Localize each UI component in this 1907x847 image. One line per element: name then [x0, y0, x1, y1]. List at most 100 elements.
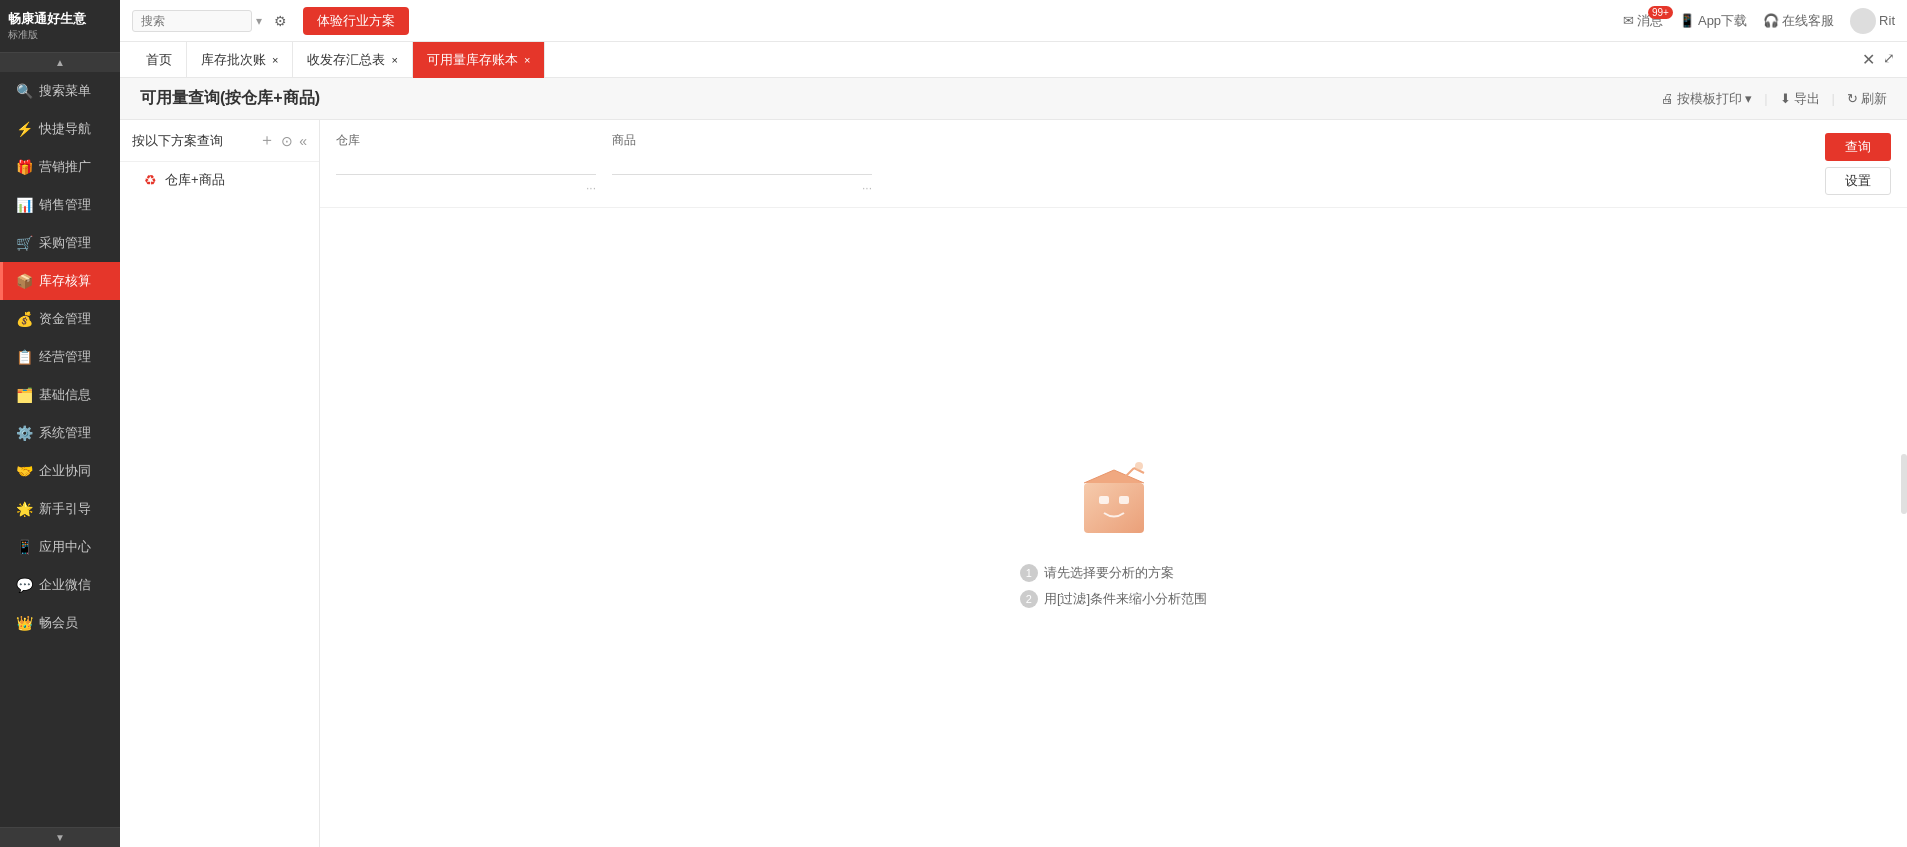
lightning-icon: ⚡: [15, 121, 33, 137]
sidebar-item-marketing[interactable]: 🎁 营销推广: [0, 148, 120, 186]
box-icon: 📦: [15, 273, 33, 289]
svg-rect-0: [1084, 483, 1144, 533]
gift-icon: 🎁: [15, 159, 33, 175]
tip-2: 2 用[过滤]条件来缩小分析范围: [1020, 590, 1207, 608]
tip-num-2: 2: [1020, 590, 1038, 608]
sidebar-item-member[interactable]: 👑 畅会员: [0, 604, 120, 642]
left-panel-icons: ＋ ⊙ «: [259, 130, 307, 151]
sidebar-item-search[interactable]: 🔍 搜索菜单: [0, 72, 120, 110]
tip-num-1: 1: [1020, 564, 1038, 582]
sidebar-item-wechat[interactable]: 💬 企业微信: [0, 566, 120, 604]
app-download-btn[interactable]: 📱 App下载: [1679, 12, 1747, 30]
handshake-icon: 🤝: [15, 463, 33, 479]
cart-icon: 🛒: [15, 235, 33, 251]
divider: |: [1764, 91, 1767, 106]
settings-button[interactable]: 设置: [1825, 167, 1891, 195]
print-btn[interactable]: 🖨 按模板打印 ▾: [1661, 90, 1752, 108]
tab-close-available-ledger[interactable]: ×: [524, 54, 530, 66]
sidebar-brand: 畅康通好生意 标准版: [0, 0, 120, 53]
goods-input[interactable]: [612, 153, 872, 175]
sidebar-item-apps[interactable]: 📱 应用中心: [0, 528, 120, 566]
sidebar-item-finance[interactable]: 💰 资金管理: [0, 300, 120, 338]
crown-icon: 👑: [15, 615, 33, 631]
industry-btn[interactable]: 体验行业方案: [303, 7, 409, 35]
tab-home[interactable]: 首页: [132, 42, 187, 78]
chat-icon: 💬: [15, 577, 33, 593]
sidebar-item-basic[interactable]: 🗂️ 基础信息: [0, 376, 120, 414]
divider: |: [1832, 91, 1835, 106]
topbar: ▾ ⚙ 体验行业方案 ✉ 消息 99+ 📱 App下载 🎧 在线客服 Rit: [120, 0, 1907, 42]
message-btn[interactable]: ✉ 消息 99+: [1623, 12, 1663, 30]
settings-icon[interactable]: ⊙: [281, 133, 293, 149]
warehouse-input[interactable]: [336, 153, 596, 175]
export-btn[interactable]: ⬇ 导出: [1780, 90, 1820, 108]
phone-icon: 📱: [1679, 13, 1695, 28]
svg-rect-1: [1099, 496, 1109, 504]
topbar-right: ✉ 消息 99+ 📱 App下载 🎧 在线客服 Rit: [1623, 8, 1895, 34]
message-badge: 99+: [1648, 6, 1673, 19]
svg-point-5: [1135, 462, 1143, 470]
service-btn[interactable]: 🎧 在线客服: [1763, 12, 1834, 30]
folder-icon: 🗂️: [15, 387, 33, 403]
clipboard-icon: 📋: [15, 349, 33, 365]
sidebar-item-sales[interactable]: 📊 销售管理: [0, 186, 120, 224]
gear-icon: ⚙️: [15, 425, 33, 441]
chevron-down-icon[interactable]: ▾: [256, 14, 262, 28]
tab-bar: 首页 库存批次账 × 收发存汇总表 × 可用量库存账本 × ✕ ⤢: [120, 42, 1907, 78]
search-icon: 🔍: [15, 83, 33, 99]
money-icon: 💰: [15, 311, 33, 327]
avatar-image: [1850, 8, 1876, 34]
sidebar-item-system[interactable]: ⚙️ 系统管理: [0, 414, 120, 452]
tab-close-collect-account[interactable]: ×: [391, 54, 397, 66]
sidebar-scroll-down[interactable]: ▼: [0, 827, 120, 847]
query-button[interactable]: 查询: [1825, 133, 1891, 161]
sidebar-item-quick-nav[interactable]: ⚡ 快捷导航: [0, 110, 120, 148]
left-panel: 按以下方案查询 ＋ ⊙ « ♻ 仓库+商品: [120, 120, 320, 847]
phone-icon: 📱: [15, 539, 33, 555]
scroll-indicator: [1901, 454, 1907, 514]
sidebar-item-guide[interactable]: 🌟 新手引导: [0, 490, 120, 528]
filter-bar: 仓库 ··· 商品 ··· 查询 设置: [320, 120, 1907, 208]
sidebar-item-enterprise[interactable]: 🤝 企业协同: [0, 452, 120, 490]
refresh-btn[interactable]: ↻ 刷新: [1847, 90, 1887, 108]
tab-close-batch-account[interactable]: ×: [272, 54, 278, 66]
goods-label: 商品: [612, 132, 636, 149]
tab-available-ledger[interactable]: 可用量库存账本 ×: [413, 42, 545, 78]
main-area: ▾ ⚙ 体验行业方案 ✉ 消息 99+ 📱 App下载 🎧 在线客服 Rit: [120, 0, 1907, 847]
goods-filter: 商品 ···: [612, 132, 872, 195]
tip-1: 1 请先选择要分析的方案: [1020, 564, 1207, 582]
chevron-down-icon: ▾: [1745, 91, 1752, 106]
search-input[interactable]: [132, 10, 252, 32]
tabs-controls: ✕ ⤢: [1862, 50, 1895, 69]
add-icon[interactable]: ＋: [259, 130, 275, 151]
sidebar-item-operation[interactable]: 📋 经营管理: [0, 338, 120, 376]
page-header-actions: 🖨 按模板打印 ▾ | ⬇ 导出 | ↻ 刷新: [1661, 90, 1887, 108]
message-icon: ✉: [1623, 13, 1634, 28]
gear-icon[interactable]: ⚙: [274, 13, 287, 29]
collapse-icon[interactable]: «: [299, 133, 307, 149]
sidebar: 畅康通好生意 标准版 ▲ 🔍 搜索菜单 ⚡ 快捷导航 🎁 营销推广 📊 销售管理…: [0, 0, 120, 847]
chart-icon: 📊: [15, 197, 33, 213]
topbar-search: ▾: [132, 10, 262, 32]
refresh-icon: ↻: [1847, 91, 1858, 106]
sidebar-scroll-up[interactable]: ▲: [0, 53, 120, 72]
export-icon: ⬇: [1780, 91, 1791, 106]
left-panel-title: 按以下方案查询: [132, 132, 223, 150]
tab-collect-account[interactable]: 收发存汇总表 ×: [293, 42, 412, 78]
warehouse-filter: 仓库 ···: [336, 132, 596, 195]
expand-icon[interactable]: ⤢: [1883, 50, 1895, 69]
svg-rect-2: [1119, 496, 1129, 504]
empty-state: 1 请先选择要分析的方案 2 用[过滤]条件来缩小分析范围: [320, 208, 1907, 847]
empty-illustration: [1064, 448, 1164, 548]
user-avatar[interactable]: Rit: [1850, 8, 1895, 34]
close-all-tabs-icon[interactable]: ✕: [1862, 50, 1875, 69]
page-title: 可用量查询(按仓库+商品): [140, 88, 320, 109]
filter-actions: 查询 设置: [1825, 133, 1891, 195]
headset-icon: 🎧: [1763, 13, 1779, 28]
sidebar-item-inventory[interactable]: 📦 库存核算: [0, 262, 120, 300]
tab-batch-account[interactable]: 库存批次账 ×: [187, 42, 293, 78]
content-area: 按以下方案查询 ＋ ⊙ « ♻ 仓库+商品 仓库 ···: [120, 120, 1907, 847]
left-panel-item-warehouse-goods[interactable]: ♻ 仓库+商品: [120, 162, 319, 198]
brand-sub: 标准版: [8, 28, 112, 42]
sidebar-item-purchase[interactable]: 🛒 采购管理: [0, 224, 120, 262]
